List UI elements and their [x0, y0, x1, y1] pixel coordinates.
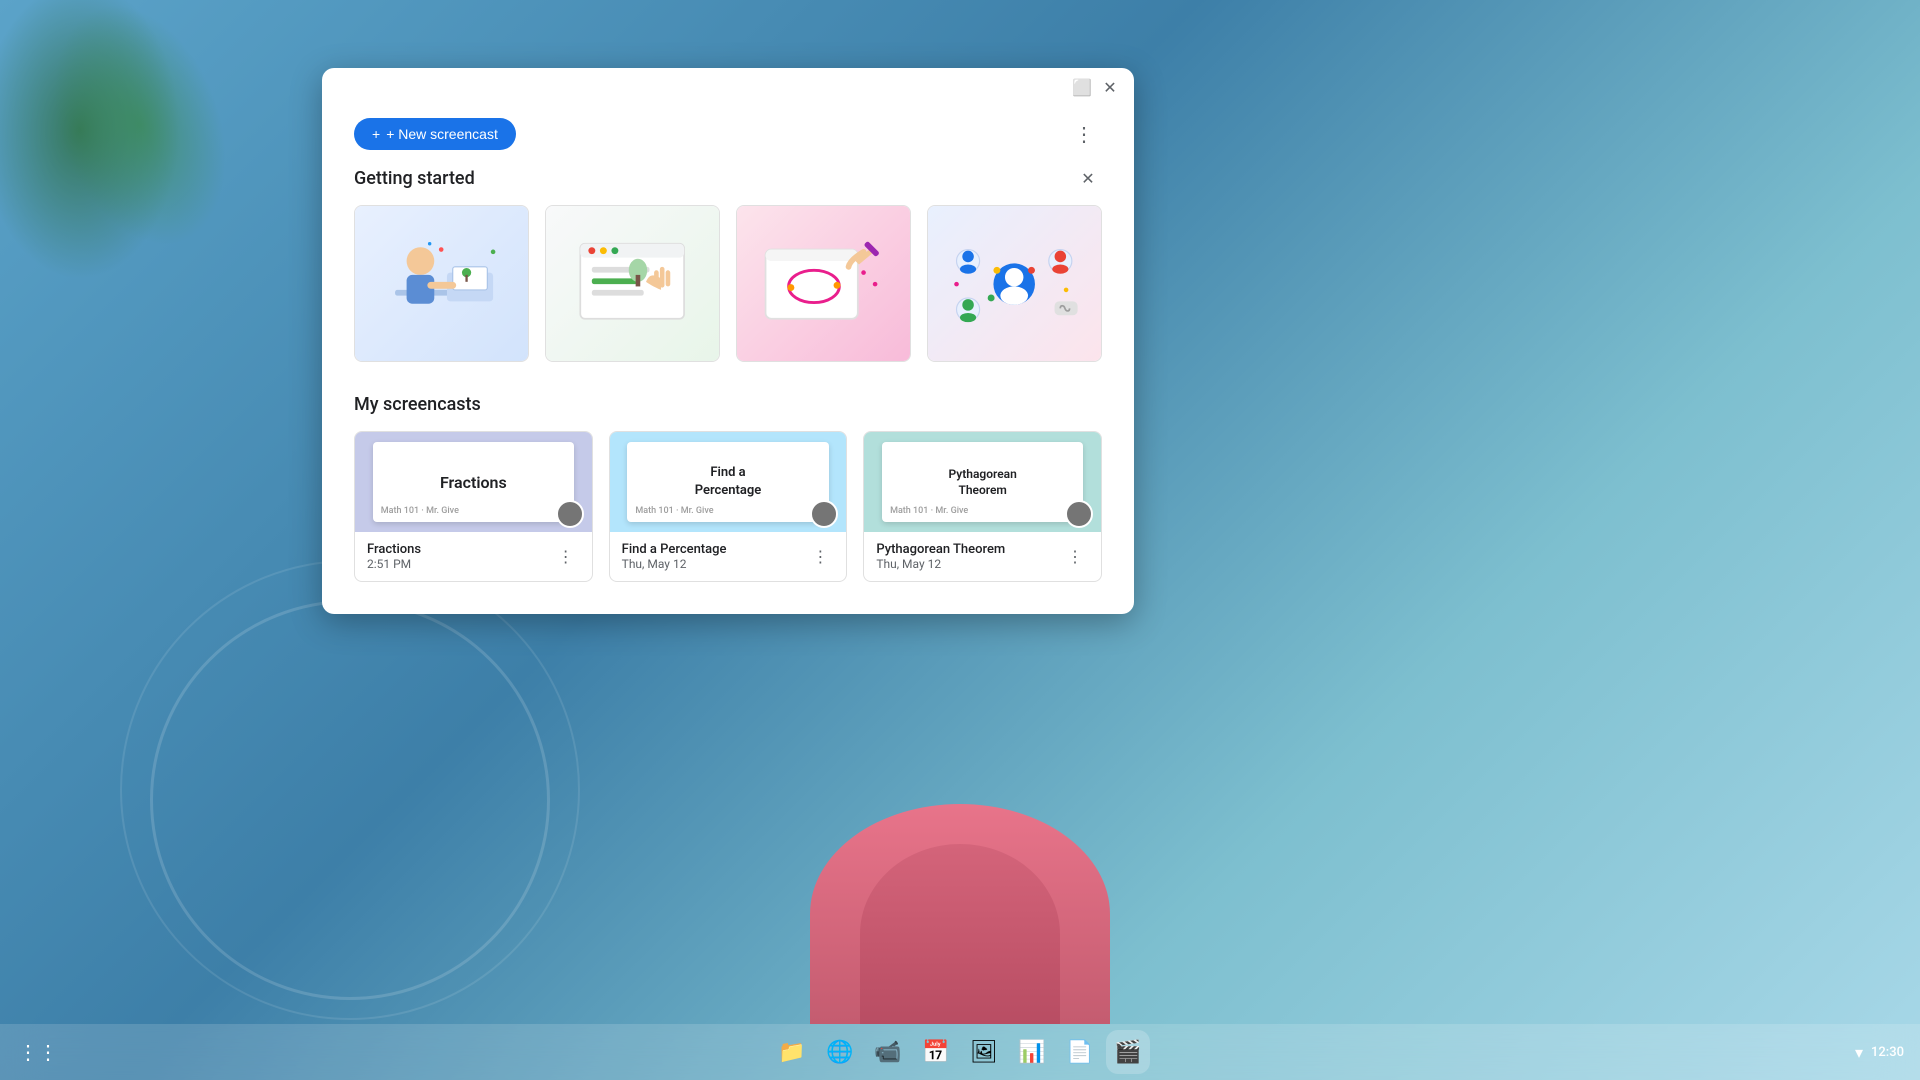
getting-started-header: Getting started ✕: [354, 168, 1102, 189]
fractions-title: Fractions: [367, 542, 421, 557]
my-screencasts-section: My screencasts Fractions Math 101 · Mr. …: [354, 394, 1102, 582]
sharing-screencasts-card[interactable]: Sharing screencasts: [927, 205, 1102, 362]
find-percentage-date: Thu, May 12: [622, 557, 727, 571]
maximize-icon: ⬜: [1072, 78, 1092, 98]
taskbar-icon-calendar[interactable]: 📅: [914, 1030, 958, 1074]
close-window-icon: ✕: [1103, 78, 1116, 98]
wifi-icon: ▾: [1855, 1043, 1863, 1062]
taskbar: ⋮⋮ 📁 🌐 📹 📅 🖼 📊 📄 🎬 ▾ 12:30: [0, 1024, 1920, 1080]
pythagorean-thumbnail: PythagoreanTheorem Math 101 · Mr. Give: [864, 432, 1101, 532]
photos-icon: 🖼: [970, 1040, 998, 1065]
my-screencasts-title: My screencasts: [354, 394, 481, 415]
taskbar-icon-files[interactable]: 📁: [770, 1030, 814, 1074]
pythagorean-thumb-text: PythagoreanTheorem: [948, 466, 1016, 500]
maximize-button[interactable]: ⬜: [1070, 76, 1094, 100]
pythagorean-avatar: [1065, 500, 1093, 528]
screencasts-grid: Fractions Math 101 · Mr. Give Fractions …: [354, 431, 1102, 582]
find-percentage-thumb-sub: Math 101 · Mr. Give: [635, 506, 713, 516]
find-percentage-thumb-inner: Find aPercentage Math 101 · Mr. Give: [627, 442, 828, 522]
welcome-thumbnail: [355, 206, 528, 361]
close-getting-started-button[interactable]: ✕: [1074, 165, 1102, 193]
pythagorean-menu-button[interactable]: ⋮: [1061, 543, 1089, 571]
pythagorean-thumb-inner: PythagoreanTheorem Math 101 · Mr. Give: [882, 442, 1083, 522]
taskbar-icon-docs[interactable]: 📄: [1058, 1030, 1102, 1074]
welcome-illustration: [372, 222, 510, 346]
find-percentage-menu-icon: ⋮: [812, 547, 828, 567]
sharing-illustration: [945, 222, 1083, 346]
pythagorean-info: Pythagorean Theorem Thu, May 12 ⋮: [864, 532, 1101, 581]
fractions-date: 2:51 PM: [367, 557, 421, 571]
fractions-thumbnail: Fractions Math 101 · Mr. Give: [355, 432, 592, 532]
taskbar-icon-meet[interactable]: 📹: [866, 1030, 910, 1074]
more-vert-icon: ⋮: [1074, 122, 1094, 147]
meet-icon: 📹: [874, 1040, 901, 1065]
marker-thumbnail: [737, 206, 910, 361]
transcript-tools-label: Transcript tools: [546, 361, 719, 362]
docs-icon: 📄: [1066, 1040, 1093, 1065]
marker-illustration: [754, 222, 892, 346]
files-icon: 📁: [778, 1040, 805, 1065]
close-getting-started-icon: ✕: [1081, 169, 1094, 189]
find-percentage-avatar: [810, 500, 838, 528]
find-percentage-thumbnail: Find aPercentage Math 101 · Mr. Give: [610, 432, 847, 532]
pythagorean-menu-icon: ⋮: [1067, 547, 1083, 567]
my-screencasts-header: My screencasts: [354, 394, 1102, 415]
getting-started-title: Getting started: [354, 168, 475, 189]
system-tray: ▾ 12:30: [1855, 1024, 1904, 1080]
plus-icon: +: [372, 126, 380, 142]
taskbar-icon-chrome[interactable]: 🌐: [818, 1030, 862, 1074]
pythagorean-thumb-sub: Math 101 · Mr. Give: [890, 506, 968, 516]
find-percentage-title: Find a Percentage: [622, 542, 727, 557]
find-percentage-info: Find a Percentage Thu, May 12 ⋮: [610, 532, 847, 581]
new-screencast-label: + New screencast: [386, 126, 498, 142]
window-content: Getting started ✕: [322, 168, 1134, 614]
sharing-screencasts-label: Sharing screencasts: [928, 361, 1101, 362]
chrome-icon: 🌐: [826, 1040, 853, 1065]
transcript-thumbnail: [546, 206, 719, 361]
fractions-menu-button[interactable]: ⋮: [552, 543, 580, 571]
sharing-thumbnail: [928, 206, 1101, 361]
calendar-icon: 📅: [922, 1040, 949, 1065]
window-toolbar: + + New screencast ⋮: [322, 108, 1134, 168]
fractions-card[interactable]: Fractions Math 101 · Mr. Give Fractions …: [354, 431, 593, 582]
fractions-menu-icon: ⋮: [558, 547, 574, 567]
getting-started-cards: Welcome: [354, 205, 1102, 362]
time-display: 12:30: [1871, 1045, 1904, 1060]
find-percentage-card[interactable]: Find aPercentage Math 101 · Mr. Give Fin…: [609, 431, 848, 582]
fractions-thumb-inner: Fractions Math 101 · Mr. Give: [373, 442, 574, 522]
pythagorean-date: Thu, May 12: [876, 557, 1005, 571]
more-options-button[interactable]: ⋮: [1066, 116, 1102, 152]
pythagorean-theorem-card[interactable]: PythagoreanTheorem Math 101 · Mr. Give P…: [863, 431, 1102, 582]
transcript-tools-card[interactable]: Transcript tools: [545, 205, 720, 362]
fractions-info: Fractions 2:51 PM ⋮: [355, 532, 592, 581]
taskbar-center: 📁 🌐 📹 📅 🖼 📊 📄 🎬: [770, 1030, 1150, 1074]
window-titlebar: ⬜ ✕: [322, 68, 1134, 108]
fractions-thumb-sub: Math 101 · Mr. Give: [381, 506, 459, 516]
app-window: ⬜ ✕ + + New screencast ⋮ Getting started…: [322, 68, 1134, 614]
pythagorean-title: Pythagorean Theorem: [876, 542, 1005, 557]
find-percentage-thumb-text: Find aPercentage: [695, 464, 762, 500]
welcome-label: Welcome: [355, 361, 528, 362]
launcher-icon: ⋮⋮: [18, 1040, 58, 1064]
taskbar-icon-screencast[interactable]: 🎬: [1106, 1030, 1150, 1074]
getting-started-section: Getting started ✕: [354, 168, 1102, 362]
sheets-icon: 📊: [1018, 1040, 1045, 1065]
marker-label: Marker: [737, 361, 910, 362]
transcript-illustration: [563, 222, 701, 346]
welcome-card[interactable]: Welcome: [354, 205, 529, 362]
taskbar-launcher[interactable]: ⋮⋮: [16, 1030, 60, 1074]
marker-card[interactable]: Marker: [736, 205, 911, 362]
screencast-icon: 🎬: [1114, 1040, 1141, 1065]
new-screencast-button[interactable]: + + New screencast: [354, 118, 516, 150]
fractions-avatar: [556, 500, 584, 528]
taskbar-icon-sheets[interactable]: 📊: [1010, 1030, 1054, 1074]
find-percentage-menu-button[interactable]: ⋮: [806, 543, 834, 571]
taskbar-icon-photos[interactable]: 🖼: [962, 1030, 1006, 1074]
close-window-button[interactable]: ✕: [1098, 76, 1122, 100]
fractions-thumb-text: Fractions: [440, 473, 507, 492]
